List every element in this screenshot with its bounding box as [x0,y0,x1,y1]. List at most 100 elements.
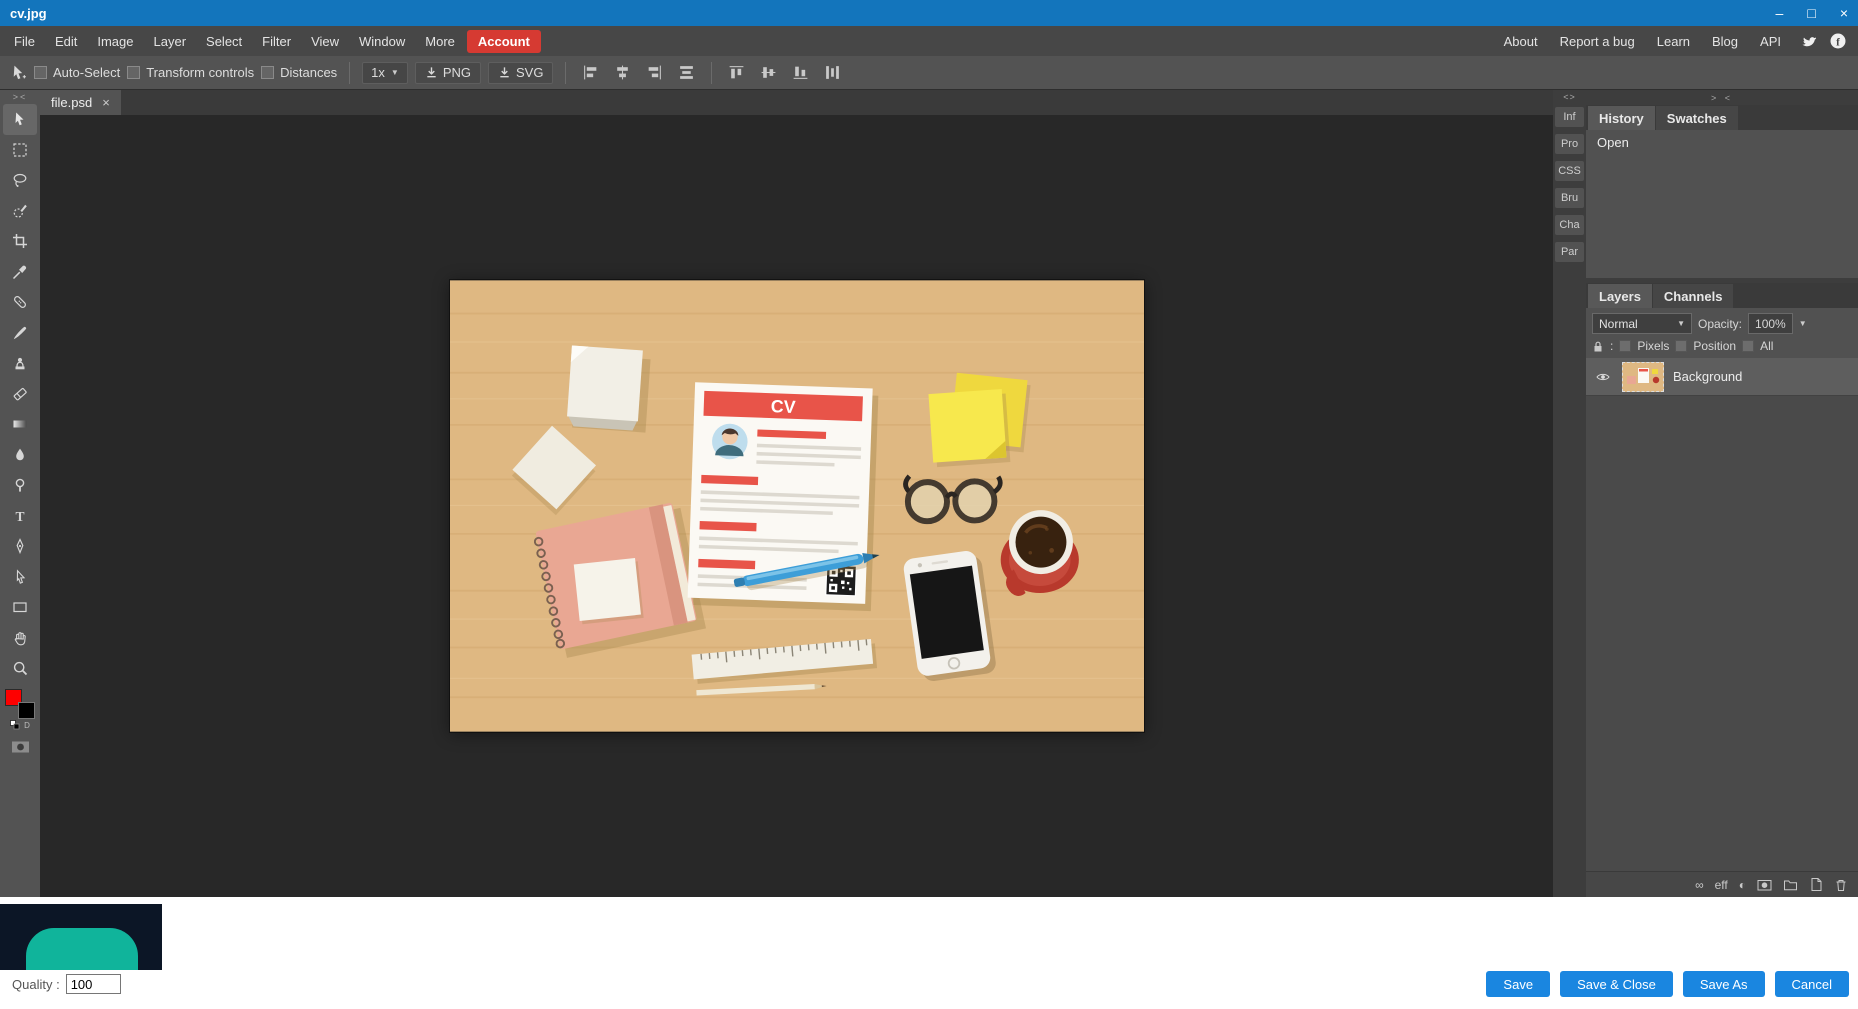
align-middle-button[interactable] [756,62,781,84]
swap-colors-icon[interactable]: D [24,721,30,730]
menu-more[interactable]: More [415,30,465,53]
move-tool[interactable] [3,104,37,135]
adjustment-layer-icon[interactable]: ◐ [1739,878,1746,892]
canvas-viewport[interactable]: CV [40,115,1553,897]
layer-effects-button[interactable]: eff [1715,878,1728,892]
align-right-button[interactable] [642,62,667,84]
panel-tab-brush[interactable]: Bru [1555,188,1584,208]
menu-file[interactable]: File [4,30,45,53]
link-about[interactable]: About [1494,30,1548,53]
tab-swatches[interactable]: Swatches [1655,106,1738,130]
cancel-button[interactable]: Cancel [1774,971,1849,997]
menu-edit[interactable]: Edit [45,30,87,53]
lock-all-checkbox[interactable] [1742,340,1755,352]
document-tab[interactable]: file.psd × [40,90,121,115]
tab-channels[interactable]: Channels [1652,284,1734,308]
gradient-tool[interactable] [3,409,37,440]
link-layers-icon[interactable]: ∞ [1695,878,1704,892]
align-left-button[interactable] [578,62,603,84]
spot-healing-tool[interactable] [3,287,37,318]
close-icon[interactable]: × [1840,5,1848,21]
panel-tab-character[interactable]: Cha [1555,215,1584,235]
align-center-button[interactable] [610,62,635,84]
zoom-tool[interactable] [3,653,37,684]
minimize-icon[interactable]: – [1776,5,1784,21]
crop-tool[interactable] [3,226,37,257]
rectangle-shape-tool[interactable] [3,592,37,623]
default-colors-icon[interactable] [10,720,20,730]
dodge-tool[interactable] [3,470,37,501]
quick-selection-tool[interactable] [3,196,37,227]
twitter-icon[interactable] [1801,34,1818,49]
menu-view[interactable]: View [301,30,349,53]
tab-close-icon[interactable]: × [102,95,110,110]
save-and-close-button[interactable]: Save & Close [1560,971,1673,997]
chevron-down-icon[interactable]: ▼ [1799,319,1807,328]
pen-tool[interactable] [3,531,37,562]
layer-row-background[interactable]: Background [1586,358,1858,396]
history-step-open[interactable]: Open [1586,130,1858,155]
tab-history[interactable]: History [1588,106,1655,130]
auto-select-checkbox-box[interactable] [34,66,47,79]
panels-collapse-button[interactable]: > < [1586,90,1858,105]
panel-tab-paragraph[interactable]: Par [1555,242,1584,262]
lasso-tool[interactable] [3,165,37,196]
auto-select-checkbox[interactable]: Auto-Select [34,65,120,80]
menu-layer[interactable]: Layer [144,30,197,53]
new-group-icon[interactable] [1783,878,1798,892]
lock-position-checkbox[interactable] [1675,340,1688,352]
hand-tool[interactable] [3,623,37,654]
transform-controls-checkbox[interactable]: Transform controls [127,65,254,80]
path-select-tool[interactable] [3,562,37,593]
type-tool[interactable]: T [3,501,37,532]
lock-pixels-checkbox[interactable] [1619,340,1632,352]
layers-panel: Layers Channels Normal ▼ Opacity: 100% ▼ [1586,283,1858,897]
rail-collapse-button[interactable]: <> [1563,92,1576,107]
distribute-horizontal-button[interactable] [820,62,845,84]
menu-window[interactable]: Window [349,30,415,53]
quality-input[interactable] [65,974,121,994]
canvas-image[interactable]: CV [449,280,1144,732]
layer-mask-icon[interactable] [1757,878,1772,892]
clone-stamp-tool[interactable] [3,348,37,379]
link-report-a-bug[interactable]: Report a bug [1550,30,1645,53]
distances-checkbox-box[interactable] [261,66,275,79]
layer-thumbnail[interactable] [1622,361,1664,392]
panel-tab-properties[interactable]: Pro [1555,134,1584,154]
panel-tab-css[interactable]: CSS [1555,161,1584,181]
facebook-icon[interactable]: f [1830,33,1846,49]
toolbox-collapse-button[interactable]: >< [13,90,28,104]
menu-select[interactable]: Select [196,30,252,53]
layer-visibility-toggle[interactable] [1593,372,1613,382]
new-layer-icon[interactable] [1809,877,1823,892]
link-learn[interactable]: Learn [1647,30,1700,53]
panel-tab-info[interactable]: Inf [1555,107,1584,127]
opacity-input[interactable]: 100% [1748,313,1793,334]
export-svg-button[interactable]: SVG [488,61,554,84]
zoom-preset-select[interactable]: 1x ▼ [362,61,408,84]
align-bottom-button[interactable] [788,62,813,84]
menu-image[interactable]: Image [87,30,143,53]
link-blog[interactable]: Blog [1702,30,1748,53]
quick-mask-button[interactable] [11,739,30,760]
blend-mode-select[interactable]: Normal ▼ [1592,313,1692,334]
maximize-icon[interactable]: □ [1807,5,1815,21]
eraser-tool[interactable] [3,379,37,410]
eyedropper-tool[interactable] [3,257,37,288]
background-color-swatch[interactable] [18,701,35,719]
account-button[interactable]: Account [466,29,541,53]
save-button[interactable]: Save [1486,971,1551,997]
link-api[interactable]: API [1750,30,1791,53]
blur-tool[interactable] [3,440,37,471]
save-as-button[interactable]: Save As [1682,971,1765,997]
menu-filter[interactable]: Filter [252,30,301,53]
distances-checkbox[interactable]: Distances [261,65,337,80]
align-top-button[interactable] [724,62,749,84]
delete-layer-icon[interactable] [1834,878,1848,892]
tab-layers[interactable]: Layers [1588,284,1652,308]
transform-controls-checkbox-box[interactable] [127,66,141,79]
rectangle-select-tool[interactable] [3,135,37,166]
brush-tool[interactable] [3,318,37,349]
distribute-vertical-button[interactable] [674,62,699,84]
export-png-button[interactable]: PNG [414,61,481,84]
